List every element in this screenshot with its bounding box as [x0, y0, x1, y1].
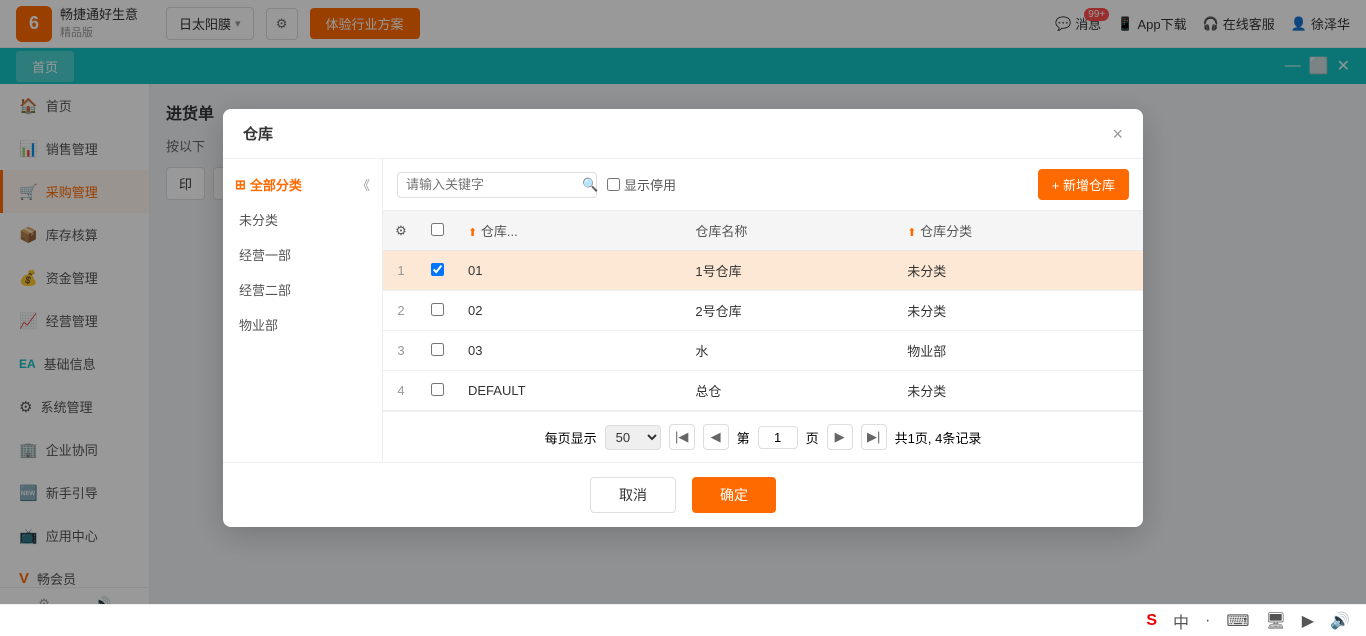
all-categories-text: 全部分类 [250, 175, 302, 194]
page-number-input[interactable] [758, 426, 798, 449]
table-row[interactable]: 1 01 1号仓库 未分类 [383, 251, 1143, 291]
category-item-1[interactable]: 经营一部 [223, 237, 382, 272]
col-settings: ⚙ [383, 211, 419, 251]
row-num: 4 [383, 371, 419, 411]
page-size-label: 每页显示 [545, 428, 597, 447]
row-code: 01 [456, 251, 683, 291]
row-num: 1 [383, 251, 419, 291]
warehouse-modal: 仓库 × ⊞ 全部分类 《 未分类 经营一部 经营二部 物业部 [223, 109, 1143, 527]
table-toolbar: 🔍 显示停用 + 新增仓库 [383, 159, 1143, 211]
row-check[interactable] [419, 331, 456, 371]
modal-overlay: 仓库 × ⊞ 全部分类 《 未分类 经营一部 经营二部 物业部 [0, 0, 1366, 636]
row-name: 1号仓库 [683, 251, 895, 291]
bottom-icon-dot: · [1205, 612, 1210, 630]
modal-body: ⊞ 全部分类 《 未分类 经营一部 经营二部 物业部 🔍 [223, 159, 1143, 462]
page-size-select[interactable]: 50 10 20 100 [605, 425, 661, 450]
table-row[interactable]: 4 DEFAULT 总仓 未分类 [383, 371, 1143, 411]
row-check[interactable] [419, 291, 456, 331]
col-name: 仓库名称 [683, 211, 895, 251]
bottom-screen-icon[interactable]: 🖥 [1265, 611, 1285, 631]
row-code: DEFAULT [456, 371, 683, 411]
row-category: 未分类 [895, 251, 1143, 291]
next-page-button[interactable]: ▶ [827, 424, 853, 450]
select-all-checkbox[interactable] [431, 223, 444, 236]
table-row[interactable]: 2 02 2号仓库 未分类 [383, 291, 1143, 331]
row-name: 2号仓库 [683, 291, 895, 331]
page-summary: 共1页, 4条记录 [895, 428, 982, 447]
col-category: ⬆ 仓库分类 [895, 211, 1143, 251]
row-num: 2 [383, 291, 419, 331]
bottom-icon-s[interactable]: S [1146, 612, 1157, 630]
bottom-play-icon[interactable]: ▶ [1302, 611, 1314, 631]
modal-header: 仓库 × [223, 109, 1143, 159]
category-item-0[interactable]: 未分类 [223, 202, 382, 237]
category-item-2[interactable]: 经营二部 [223, 272, 382, 307]
table-header-row: ⚙ ⬆ 仓库... 仓库名称 [383, 211, 1143, 251]
row-num: 3 [383, 331, 419, 371]
bottom-sound-icon[interactable]: 🔊 [1330, 611, 1350, 631]
sort-icon-code: ⬆ [468, 227, 477, 239]
search-icon: 🔍 [582, 177, 598, 193]
cancel-button[interactable]: 取消 [590, 477, 676, 513]
row-code: 03 [456, 331, 683, 371]
pagination: 每页显示 50 10 20 100 |◀ ◀ 第 页 ▶ ▶| 共1页, 4条记… [383, 411, 1143, 462]
row-name: 总仓 [683, 371, 895, 411]
prev-page-button[interactable]: ◀ [703, 424, 729, 450]
row-category: 未分类 [895, 291, 1143, 331]
category-collapse-button[interactable]: 《 [357, 175, 370, 194]
warehouse-table: ⚙ ⬆ 仓库... 仓库名称 [383, 211, 1143, 411]
row-code: 02 [456, 291, 683, 331]
bottom-icon-zh[interactable]: 中 [1173, 609, 1189, 633]
col-code: ⬆ 仓库... [456, 211, 683, 251]
search-input[interactable] [406, 177, 582, 192]
show-disabled-checkbox[interactable] [607, 178, 620, 191]
search-box: 🔍 [397, 172, 597, 198]
grid-icon: ⊞ [235, 177, 246, 193]
last-page-button[interactable]: ▶| [861, 424, 887, 450]
all-categories-label[interactable]: ⊞ 全部分类 [235, 175, 302, 194]
row-category: 未分类 [895, 371, 1143, 411]
row-check[interactable] [419, 371, 456, 411]
confirm-button[interactable]: 确定 [692, 477, 776, 513]
page-label-pre: 第 [737, 428, 750, 447]
table-row[interactable]: 3 03 水 物业部 [383, 331, 1143, 371]
first-page-button[interactable]: |◀ [669, 424, 695, 450]
show-disabled-text: 显示停用 [624, 175, 676, 194]
bottom-bar: S 中 · ⌨ 🖥 ▶ 🔊 [0, 604, 1366, 636]
bottom-keyboard-icon[interactable]: ⌨ [1226, 611, 1249, 631]
modal-title: 仓库 [243, 123, 273, 144]
category-header: ⊞ 全部分类 《 [223, 167, 382, 202]
table-panel: 🔍 显示停用 + 新增仓库 ⚙ [383, 159, 1143, 462]
show-disabled-label[interactable]: 显示停用 [607, 175, 676, 194]
modal-close-button[interactable]: × [1112, 125, 1123, 143]
col-check [419, 211, 456, 251]
data-table-wrap: ⚙ ⬆ 仓库... 仓库名称 [383, 211, 1143, 411]
category-panel: ⊞ 全部分类 《 未分类 经营一部 经营二部 物业部 [223, 159, 383, 462]
category-item-3[interactable]: 物业部 [223, 307, 382, 342]
row-category: 物业部 [895, 331, 1143, 371]
modal-footer: 取消 确定 [223, 462, 1143, 527]
sort-icon-cat: ⬆ [907, 227, 916, 239]
new-warehouse-button[interactable]: + 新增仓库 [1038, 169, 1129, 200]
page-label-post: 页 [806, 428, 819, 447]
row-check[interactable] [419, 251, 456, 291]
row-name: 水 [683, 331, 895, 371]
